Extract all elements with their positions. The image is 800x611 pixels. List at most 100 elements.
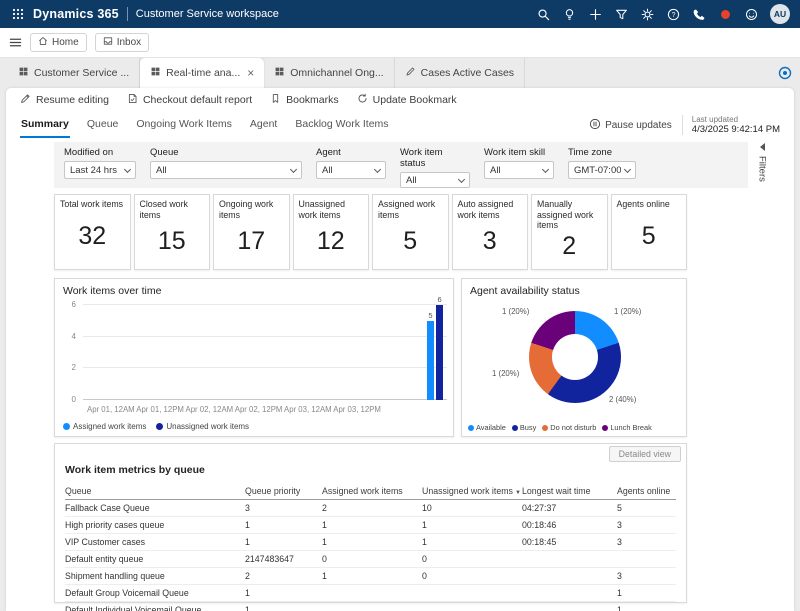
filter-dropdown[interactable]: All [150,161,302,179]
filter-value: Last 24 hrs [70,164,117,176]
filter-funnel-icon[interactable] [614,7,629,22]
detailed-view-button[interactable]: Detailed view [608,446,681,462]
search-icon[interactable] [536,7,551,22]
checkout-default-report-button[interactable]: Checkout default report [127,93,252,107]
feedback-smiley-icon[interactable] [744,7,759,22]
settings-gear-icon[interactable] [640,7,655,22]
pause-updates-button[interactable]: Pause updates [589,118,672,133]
column-header-queue[interactable]: Queue [65,483,245,499]
table-cell: Default Individual Voicemail Queue [65,605,202,611]
report-tab-ongoing-work-items[interactable]: Ongoing Work Items [135,112,233,138]
tab-label: Cases Active Cases [420,67,515,79]
filter-value: GMT-07:00 [574,164,621,176]
column-header-assigned-work-items[interactable]: Assigned work items [322,483,422,499]
queue-table: Queue Queue priority Assigned work items Un… [65,483,676,611]
table-row: Fallback Case Queue 3 2 10 04:27:37 5 [65,500,676,517]
table-cell: 2 [245,571,250,581]
report-tab-agent[interactable]: Agent [249,112,278,138]
lightbulb-icon[interactable] [562,7,577,22]
table-cell [322,602,422,611]
inbox-label: Inbox [116,37,142,48]
kpi-card-auto-assigned-work-items: Auto assigned work items 3 [451,194,528,270]
table-cell [522,585,617,601]
waffle-icon[interactable] [10,7,25,22]
bar-y-axis: 0 2 4 6 [59,300,79,404]
tab-strip: Customer Service ... Real-time ana... × Omn… [0,58,800,88]
column-header-queue-priority[interactable]: Queue priority [245,483,322,499]
home-label: Home [52,37,79,48]
filter-dropdown[interactable]: All [316,161,386,179]
bar-legend: Assigned work items Unassigned work items [63,422,249,431]
report-page: Resume editing Checkout default report B… [6,88,794,611]
resume-editing-button[interactable]: Resume editing [20,93,109,107]
table-cell [422,585,522,601]
filters-rail[interactable]: Filters [754,140,770,182]
app-tab-cases-active-cases[interactable]: Cases Active Cases [395,58,526,88]
app-tab-real-time-ana[interactable]: Real-time ana... × [140,58,265,88]
kpi-label: Auto assigned work items [457,199,514,220]
grid-tab-icon [18,66,29,80]
table-cell: 2 [322,503,327,513]
donut-slice-label-available: 1 (20%) [614,307,642,316]
phone-icon[interactable] [692,7,707,22]
filter-label: Work item skill [484,147,546,158]
collapse-left-icon[interactable] [759,143,765,151]
kpi-card-agents-online: Agents online 5 [610,194,687,270]
column-header-agents-online[interactable]: Agents online [617,483,676,499]
table-cell: 3 [245,503,250,513]
tab-close-icon[interactable]: × [247,67,254,79]
hamburger-menu-icon[interactable] [9,36,22,49]
legend-label: Available [476,423,506,432]
kpi-label: Manually assigned work items [537,199,594,231]
table-row: Default Group Voicemail Queue 1 1 [65,585,676,602]
table-cell: Fallback Case Queue [65,503,150,513]
update-bookmark-button[interactable]: Update Bookmark [357,93,457,107]
right-pane-toggle-icon[interactable] [778,66,792,80]
report-tab-summary[interactable]: Summary [20,112,70,138]
bookmarks-button[interactable]: Bookmarks [270,93,339,107]
brand-title[interactable]: Dynamics 365 [33,7,119,21]
report-tab-backlog-work-items[interactable]: Backlog Work Items [294,112,389,138]
report-body: Modified on Last 24 hrs Queue All Agent All Wo… [6,138,794,611]
top-header-left: Dynamics 365 Customer Service workspace [10,7,279,22]
help-icon[interactable]: ? [666,7,681,22]
kpi-value: 5 [403,227,418,256]
record-status-icon[interactable] [718,7,733,22]
user-avatar[interactable]: AU [770,4,790,24]
resume-editing-label: Resume editing [36,94,109,106]
column-header-unassigned-work-items[interactable]: Unassigned work items ▼ [422,483,522,499]
chevron-down-icon [457,175,466,183]
add-icon[interactable] [588,7,603,22]
table-row: High priority cases queue 1 1 1 00:18:46 3 [65,517,676,534]
workspace-title[interactable]: Customer Service workspace [136,8,279,20]
app-tab-customer-service[interactable]: Customer Service ... [8,58,141,88]
table-cell: 1 [245,537,250,547]
filter-dropdown[interactable]: All [400,172,470,188]
grid-tab-icon [274,66,285,80]
sort-desc-icon: ▼ [514,490,521,496]
table-cell [522,602,617,611]
filter-dropdown[interactable]: All [484,161,554,179]
app-tab-omnichannel-ong[interactable]: Omnichannel Ong... [264,58,395,88]
kpi-card-manually-assigned-work-items: Manually assigned work items 2 [531,194,608,270]
home-button[interactable]: Home [30,33,87,52]
y-tick-label: 0 [71,395,76,404]
x-tick-label: Apr 02, 12PM [234,405,283,414]
refresh-icon [357,93,368,107]
legend-dot [63,423,70,430]
inbox-button[interactable]: Inbox [94,33,150,52]
donut-area: 1 (20%) 2 (40%) 1 (20%) 1 (20%) [462,279,686,436]
filter-dropdown[interactable]: Last 24 hrs [64,161,136,179]
legend-dot [156,423,164,430]
table-row: Shipment handling queue 2 1 0 3 [65,568,676,585]
y-tick-label: 6 [71,300,76,309]
report-tab-queue[interactable]: Queue [86,112,120,138]
column-header-longest-wait-time[interactable]: Longest wait time [522,483,617,499]
filter-value: All [322,164,333,176]
filter-dropdown[interactable]: GMT-07:00 [568,161,636,179]
table-cell: 3 [617,520,622,530]
home-icon [38,36,48,49]
update-bookmark-label: Update Bookmark [372,94,457,106]
table-cell: Default entity queue [65,554,144,564]
session-navbar: Home Inbox [0,28,800,58]
